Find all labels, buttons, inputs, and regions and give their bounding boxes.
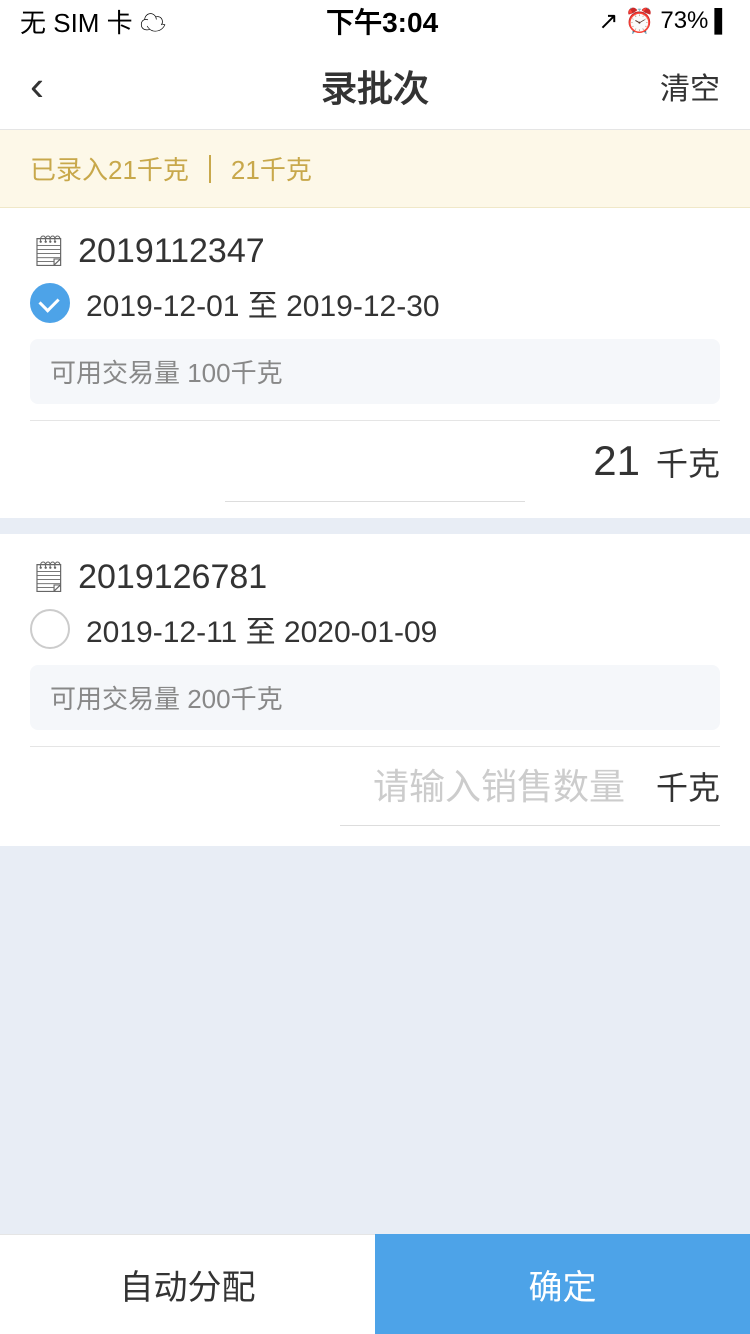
batch2-unit: 千克 [656,763,720,809]
batch1-qty-unit: 千克 [656,439,720,485]
batch-card-2: 🗒 2019126781 2019-12-11 至 2020-01-09 可用交… [0,534,750,846]
batch2-input-row[interactable]: 千克 [0,747,750,825]
back-button[interactable]: ‹ [30,62,90,110]
batch2-qty-input[interactable] [340,766,640,808]
batch2-id-icon: 🗒 [30,560,68,595]
batch1-id-icon: 🗒 [30,234,68,269]
recorded-qty-text: 已录入21千克 [30,150,189,187]
total-qty-text: 21千克 [231,150,312,187]
status-bar-right: ↗ ⏰ 73% ▌ [598,7,730,36]
confirm-button[interactable]: 确定 [375,1234,750,1334]
batch1-qty-value: 21 [593,437,640,485]
batch1-date-range: 2019-12-01 至 2019-12-30 [86,281,440,325]
bottom-bar: 自动分配 确定 [0,1234,750,1334]
battery-text: 73% [660,7,708,35]
info-divider [209,155,211,183]
nav-bar: ‹ 录批次 清空 [0,42,750,130]
batch1-qty-row: 21 千克 [0,421,750,501]
clear-button[interactable]: 清空 [660,64,720,108]
sim-text: 无 SIM 卡 ☁ [20,3,166,40]
page-title: 录批次 [321,60,429,112]
arrow-icon: ↗ [598,7,618,36]
batch-card-1: 🗒 2019112347 2019-12-01 至 2019-12-30 可用交… [0,208,750,518]
alarm-icon: ⏰ [624,7,654,36]
section-divider [0,518,750,534]
batch2-available-qty: 可用交易量 200千克 [30,665,720,730]
auto-distribute-button[interactable]: 自动分配 [0,1234,375,1334]
batch2-id: 2019126781 [78,558,267,597]
battery-icon: ▌ [714,8,730,34]
batch1-radio[interactable] [30,283,70,323]
batch1-available-qty: 可用交易量 100千克 [30,339,720,404]
status-bar: 无 SIM 卡 ☁ 下午3:04 ↗ ⏰ 73% ▌ [0,0,750,42]
status-bar-left: 无 SIM 卡 ☁ [20,3,166,40]
batch1-id: 2019112347 [78,232,265,271]
batch2-date-range: 2019-12-11 至 2020-01-09 [86,607,437,651]
status-time: 下午3:04 [326,1,438,41]
info-bar: 已录入21千克 21千克 [0,130,750,208]
batch2-radio[interactable] [30,609,70,649]
